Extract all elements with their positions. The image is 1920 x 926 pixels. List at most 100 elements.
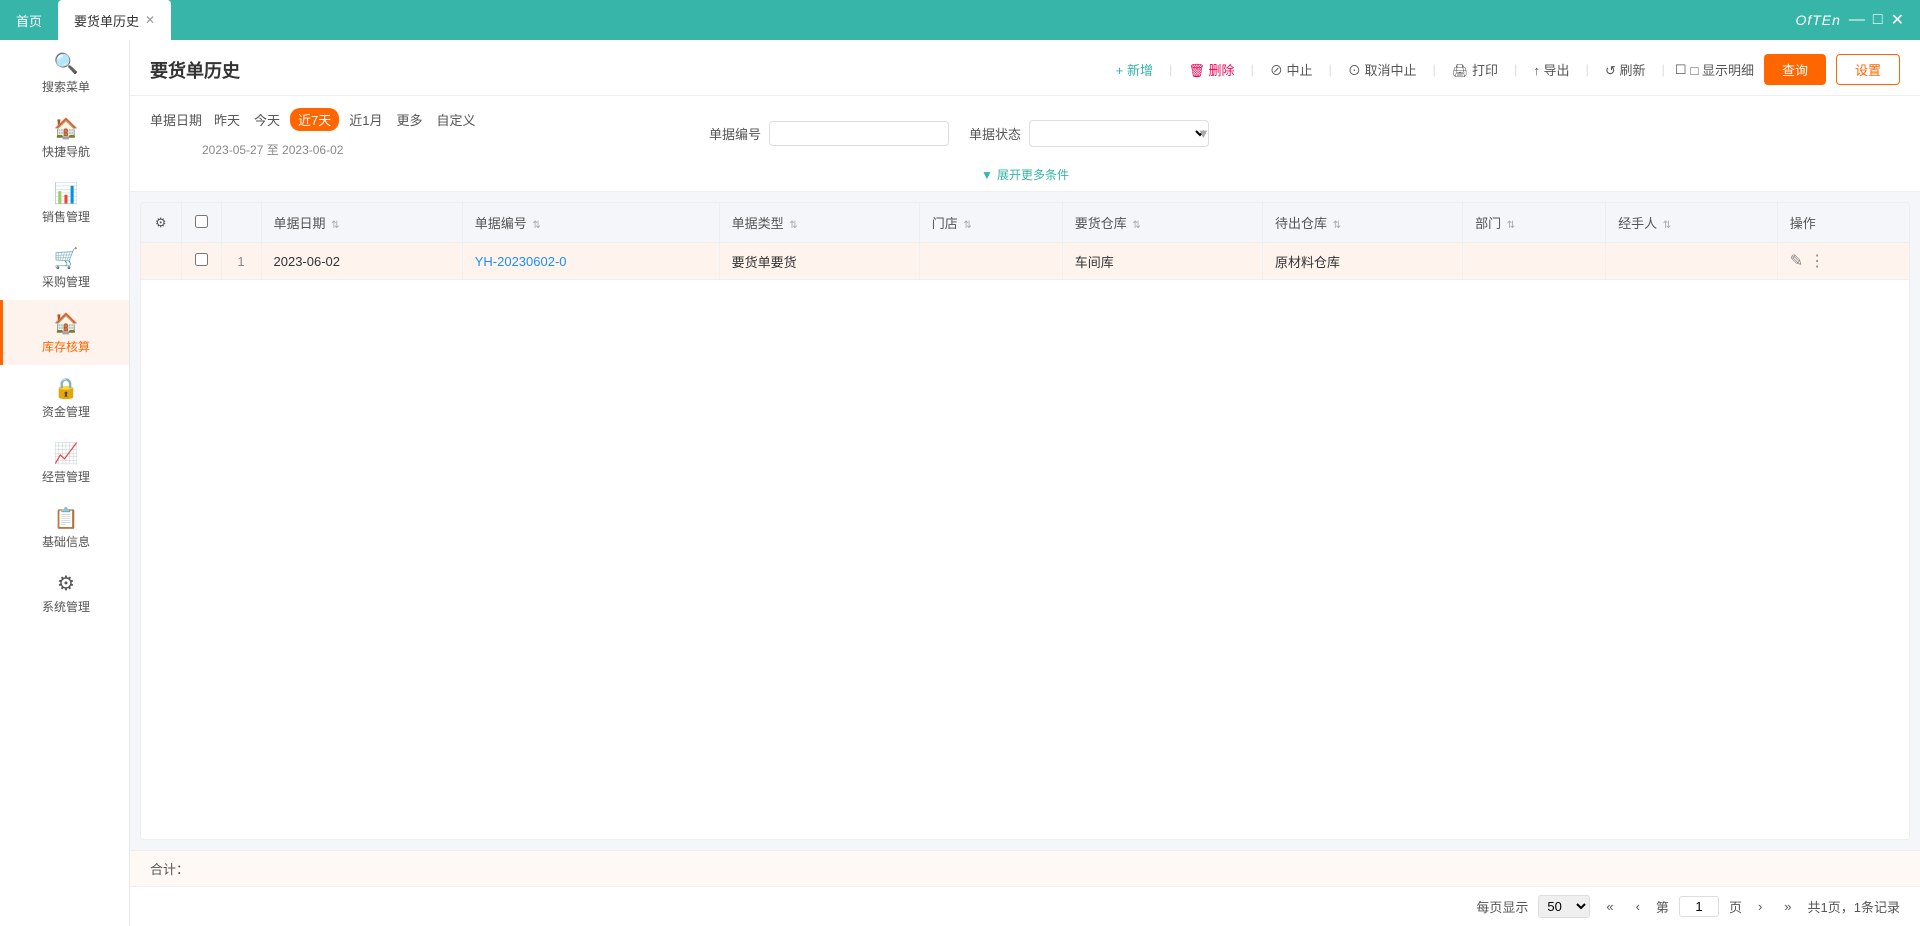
tab-requisition-history[interactable]: 要货单历史 ✕ (58, 0, 171, 40)
sidebar-item-operations[interactable]: 📈 经营管理 (0, 430, 129, 495)
td-checkbox[interactable] (181, 243, 221, 280)
sidebar-item-search-menu-label: 搜索菜单 (42, 78, 90, 95)
th-pending-warehouse-label: 待出仓库 (1275, 216, 1327, 231)
th-checkbox[interactable] (181, 203, 221, 243)
operations-icon: 📈 (54, 444, 79, 464)
date-option-more[interactable]: 更多 (393, 108, 427, 131)
action-buttons: ✎ ⋮ (1790, 251, 1897, 271)
th-order-type-label: 单据类型 (732, 216, 784, 231)
table-container: ⚙ 单据日期 ⇅ 单据编号 ⇅ (140, 202, 1910, 840)
close-btn[interactable]: ✕ (1891, 10, 1904, 30)
date-option-yesterday[interactable]: 昨天 (210, 108, 244, 131)
td-order-no: YH-20230602-0 (462, 243, 719, 280)
th-handler[interactable]: 经手人 ⇅ (1606, 203, 1778, 243)
query-button[interactable]: 查询 (1764, 54, 1826, 85)
expand-more-icon: ▼ (981, 168, 993, 182)
cancel-stop-button[interactable]: ⊙ 取消中止 (1342, 56, 1423, 83)
req-warehouse-sort-icon: ⇅ (1132, 220, 1140, 231)
window-controls: OfTEn — □ ✕ (1795, 10, 1920, 30)
th-order-type[interactable]: 单据类型 ⇅ (719, 203, 919, 243)
system-icon: ⚙ (57, 574, 75, 594)
first-page-btn[interactable]: « (1600, 897, 1619, 916)
date-option-custom[interactable]: 自定义 (433, 108, 480, 131)
content-area: 要货单历史 + 新增 | 🗑 删除 | ⊘ 中止 | ⊙ 取消中止 | 🖨 打印… (130, 40, 1920, 926)
filter-area: 单据日期 昨天 今天 近7天 近1月 更多 自定义 2023-05-27 至 2… (130, 96, 1920, 192)
td-action: ✎ ⋮ (1777, 243, 1909, 280)
order-no-filter-group: 单据编号 (709, 121, 949, 146)
last-page-btn[interactable]: » (1778, 897, 1797, 916)
th-num (221, 203, 261, 243)
th-handler-label: 经手人 (1618, 216, 1657, 231)
pagination-bar: 每页显示 50 20 100 200 « ‹ 第 页 › » 共1页，1条记录 (130, 886, 1920, 926)
filter-row: 单据日期 昨天 今天 近7天 近1月 更多 自定义 2023-05-27 至 2… (150, 108, 1900, 158)
order-no-link[interactable]: YH-20230602-0 (475, 254, 567, 269)
page-label-end: 页 (1729, 897, 1742, 916)
td-req-warehouse: 车间库 (1062, 243, 1262, 280)
select-all-checkbox[interactable] (195, 215, 208, 228)
order-no-input[interactable] (769, 121, 949, 146)
th-order-no-label: 单据编号 (475, 216, 527, 231)
department-sort-icon: ⇅ (1507, 220, 1515, 231)
sidebar-item-purchase[interactable]: 🛒 采购管理 (0, 235, 129, 300)
store-sort-icon: ⇅ (963, 220, 971, 231)
settings-col-icon: ⚙ (155, 215, 167, 230)
date-option-today[interactable]: 今天 (250, 108, 284, 131)
th-date-label: 单据日期 (274, 216, 326, 231)
th-department-label: 部门 (1475, 216, 1501, 231)
next-page-btn[interactable]: › (1752, 897, 1768, 916)
date-filter-label: 单据日期 (150, 110, 202, 129)
th-order-no[interactable]: 单据编号 ⇅ (462, 203, 719, 243)
sidebar-item-base-info[interactable]: 📋 基础信息 (0, 495, 129, 560)
edit-action-btn[interactable]: ✎ (1790, 251, 1803, 271)
date-option-last1month[interactable]: 近1月 (345, 108, 386, 131)
th-store[interactable]: 门店 ⇅ (919, 203, 1062, 243)
row-checkbox[interactable] (195, 253, 208, 266)
page-header: 要货单历史 + 新增 | 🗑 删除 | ⊘ 中止 | ⊙ 取消中止 | 🖨 打印… (130, 40, 1920, 96)
prev-page-btn[interactable]: ‹ (1630, 897, 1646, 916)
total-label: 合计： (150, 859, 189, 878)
base-info-icon: 📋 (54, 509, 79, 529)
setting-button[interactable]: 设置 (1836, 54, 1900, 85)
tab-requisition-history-label: 要货单历史 (74, 11, 139, 30)
table-header-row: ⚙ 单据日期 ⇅ 单据编号 ⇅ (141, 203, 1909, 243)
more-action-btn[interactable]: ⋮ (1809, 251, 1825, 271)
sidebar-item-purchase-label: 采购管理 (42, 273, 90, 290)
th-req-warehouse[interactable]: 要货仓库 ⇅ (1062, 203, 1262, 243)
sidebar-item-inventory[interactable]: 🏠 库存核算 (0, 300, 129, 365)
table-row[interactable]: 1 2023-06-02 YH-20230602-0 要货单要货 车间库 原材料… (141, 243, 1909, 280)
minimize-btn[interactable]: — (1849, 11, 1865, 29)
sidebar-item-quick-nav[interactable]: 🏠 快捷导航 (0, 105, 129, 170)
th-pending-warehouse[interactable]: 待出仓库 ⇅ (1262, 203, 1462, 243)
delete-button[interactable]: 🗑 删除 (1182, 56, 1240, 83)
status-select[interactable] (1029, 120, 1209, 147)
expand-more-btn[interactable]: ▼ 展开更多条件 (150, 158, 1900, 183)
th-department[interactable]: 部门 ⇅ (1463, 203, 1606, 243)
sidebar-item-inventory-label: 库存核算 (42, 338, 90, 355)
finance-icon: 🔒 (54, 379, 79, 399)
display-detail-toggle[interactable]: ☐ □ 显示明细 (1675, 60, 1754, 79)
sidebar-item-finance[interactable]: 🔒 资金管理 (0, 365, 129, 430)
td-date: 2023-06-02 (261, 243, 462, 280)
date-option-last7days[interactable]: 近7天 (290, 108, 339, 131)
sidebar-item-sales[interactable]: 📊 销售管理 (0, 170, 129, 235)
search-menu-icon: 🔍 (54, 54, 79, 74)
new-button[interactable]: + 新增 (1110, 56, 1159, 83)
sidebar-item-search-menu[interactable]: 🔍 搜索菜单 (0, 40, 129, 105)
page-size-select[interactable]: 50 20 100 200 (1538, 895, 1590, 918)
current-page-input[interactable] (1679, 896, 1719, 917)
td-pending-warehouse: 原材料仓库 (1262, 243, 1462, 280)
print-button[interactable]: 🖨 打印 (1446, 56, 1504, 83)
maximize-btn[interactable]: □ (1873, 11, 1883, 29)
tab-home[interactable]: 首页 (0, 0, 58, 40)
th-req-warehouse-label: 要货仓库 (1075, 216, 1127, 231)
handler-sort-icon: ⇅ (1663, 220, 1671, 231)
th-settings[interactable]: ⚙ (141, 203, 181, 243)
table-footer: 合计： (130, 850, 1920, 886)
expand-more-label: 展开更多条件 (997, 166, 1069, 183)
stop-button[interactable]: ⊘ 中止 (1264, 56, 1319, 83)
export-button[interactable]: ↑ 导出 (1527, 56, 1575, 83)
sidebar-item-system[interactable]: ⚙ 系统管理 (0, 560, 129, 625)
th-date[interactable]: 单据日期 ⇅ (261, 203, 462, 243)
tab-close-icon[interactable]: ✕ (145, 13, 155, 27)
refresh-button[interactable]: ↺ 刷新 (1599, 56, 1652, 83)
